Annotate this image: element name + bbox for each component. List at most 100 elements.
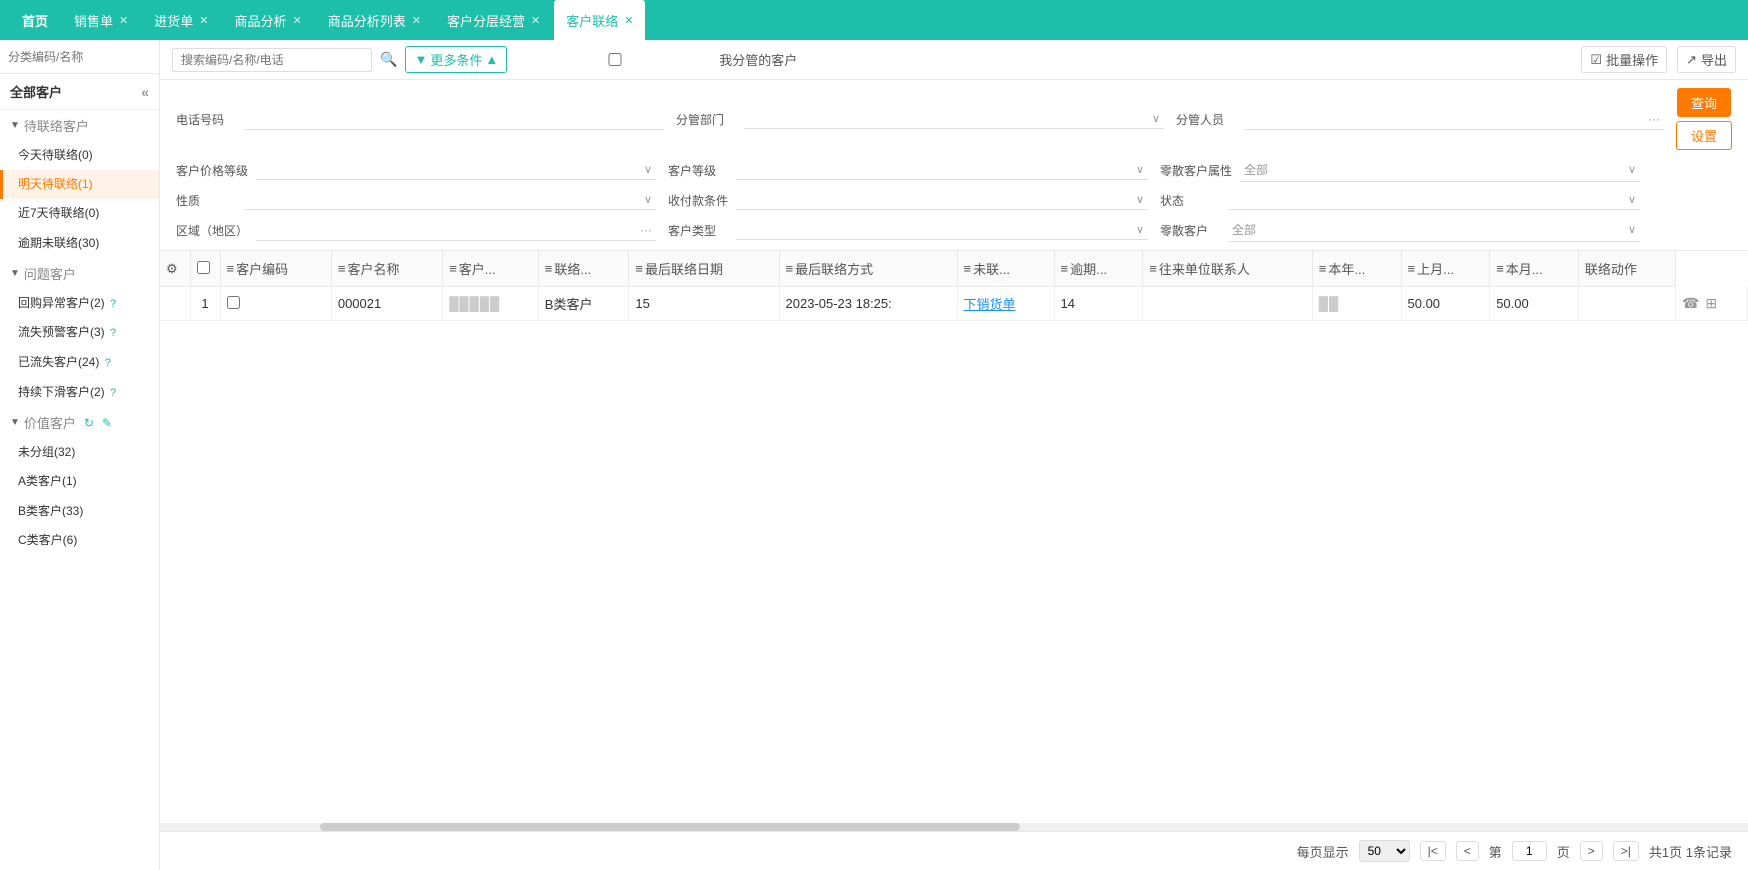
dept-select[interactable]: ∨	[744, 109, 1164, 129]
action-phone-icon[interactable]: ☎	[1682, 295, 1699, 312]
nav-customer-tier-close[interactable]: ✕	[531, 14, 540, 27]
main-layout: 🔍 全部客户 « ▼ 待联络客户 今天待联络(0) 明天待联络(1) 近7天待联…	[0, 40, 1748, 870]
filter-customer-type: 客户类型 ∨	[668, 220, 1148, 240]
sidebar-item-declining[interactable]: 持续下滑客户(2) ?	[0, 378, 159, 408]
adv-filter-panel: 电话号码 分管部门 ∨ 分管人员 ··· 查询 设置	[160, 80, 1748, 251]
row-check	[220, 287, 331, 321]
th-name: ≡ 客户名称	[331, 251, 442, 287]
reset-btn[interactable]: 设置	[1676, 121, 1732, 150]
row-this-year: 50.00	[1401, 287, 1490, 321]
table-footer: 每页显示 50 100 200 |< < 第 页 > >| 共1页 1条记录	[160, 831, 1748, 870]
my-customers-checkbox[interactable]	[515, 53, 715, 66]
filter-more-btn[interactable]: ▼ 更多条件 ▲	[405, 46, 507, 73]
export-btn[interactable]: ↗ 导出	[1677, 46, 1736, 73]
row-uncontacted: 14	[1054, 287, 1143, 321]
chevron-up-icon: ▲	[485, 52, 498, 67]
nav-goods-analysis[interactable]: 商品分析 ✕	[222, 0, 313, 40]
contact-method-link[interactable]: 下销货单	[964, 297, 1016, 312]
page-number-input[interactable]	[1512, 841, 1547, 861]
nav-goods-analysis-list-close[interactable]: ✕	[412, 14, 421, 27]
payment-select[interactable]: ∨	[736, 190, 1148, 210]
th-check	[190, 251, 220, 287]
batch-op-btn[interactable]: ☑ 批量操作	[1581, 46, 1667, 73]
th-setting[interactable]: ⚙	[160, 251, 190, 287]
status-chevron: ∨	[1628, 193, 1636, 206]
sidebar-item-tomorrow-pending[interactable]: 明天待联络(1)	[0, 170, 159, 199]
sidebar-item-today-pending[interactable]: 今天待联络(0)	[0, 141, 159, 170]
sidebar-item-class-b[interactable]: B类客户(33)	[0, 497, 159, 526]
filter-manager: 分管人员 ···	[1176, 109, 1664, 130]
query-btn[interactable]: 查询	[1677, 88, 1731, 117]
sidebar-item-churn-warning[interactable]: 流失预警客户(3) ?	[0, 318, 159, 348]
adv-filter-row-4: 区域（地区） ··· 客户类型 ∨ 零散客户 全部 ∨	[176, 218, 1732, 242]
retail-attr-select[interactable]: 全部 ∨	[1240, 158, 1640, 182]
nav-sales-close[interactable]: ✕	[119, 14, 128, 27]
page-size-select[interactable]: 50 100 200	[1359, 840, 1410, 862]
th-uncontacted: ≡ 未联...	[957, 251, 1054, 287]
customer-level-select[interactable]: ∨	[736, 160, 1148, 180]
value-refresh-icon[interactable]: ↻	[84, 416, 94, 430]
nav-purchase[interactable]: 进货单 ✕	[142, 0, 220, 40]
manager-ellipsis[interactable]: ···	[1244, 109, 1664, 130]
sidebar-item-overdue-contact[interactable]: 逾期未联络(30)	[0, 229, 159, 258]
select-all-checkbox[interactable]	[197, 261, 210, 274]
sidebar-section-problem[interactable]: ▼ 问题客户	[0, 258, 159, 289]
sidebar-section-pending[interactable]: ▼ 待联络客户	[0, 110, 159, 141]
row-name: █████	[443, 287, 539, 321]
sidebar-all-customers[interactable]: 全部客户 «	[0, 74, 159, 110]
first-page-btn[interactable]: |<	[1420, 841, 1446, 861]
row-action: ☎ ⊞	[1675, 287, 1747, 321]
sidebar-section-value[interactable]: ▼ 价值客户 ↻ ✎	[0, 407, 159, 438]
phone-input[interactable]	[244, 109, 664, 130]
sidebar-item-class-a[interactable]: A类客户(1)	[0, 467, 159, 496]
sidebar-item-repurchase-abnormal[interactable]: 回购异常客户(2) ?	[0, 289, 159, 319]
row-type: B类客户	[538, 287, 629, 321]
th-action: 联络动作	[1578, 251, 1675, 287]
row-no: 1	[190, 287, 220, 321]
nav-goods-analysis-list[interactable]: 商品分析列表 ✕	[316, 0, 433, 40]
scrollbar-thumb[interactable]	[320, 823, 1020, 831]
filter-nature: 性质 ∨	[176, 190, 656, 210]
status-select[interactable]: ∨	[1228, 190, 1640, 210]
filter-my-customers[interactable]: 我分管的客户	[515, 50, 797, 69]
row-last-contact-date: 2023-05-23 18:25:	[779, 287, 957, 321]
filter-bar: 🔍 ▼ 更多条件 ▲ 我分管的客户 ☑ 批量操作 ↗ 导出	[160, 40, 1748, 80]
th-last-contact-method: ≡ 最后联络方式	[779, 251, 957, 287]
export-icon: ↗	[1686, 52, 1697, 68]
customer-type-select[interactable]: ∨	[736, 220, 1148, 240]
nav-customer-contact-close[interactable]: ✕	[624, 14, 633, 27]
table-row: 1 000021 █████ B类客户 15 2023-05-23 18:25:…	[160, 287, 1748, 321]
nav-purchase-close[interactable]: ✕	[199, 14, 208, 27]
filter-phone: 电话号码	[176, 109, 664, 130]
th-code: ≡ 客户编码	[220, 251, 331, 287]
value-edit-icon[interactable]: ✎	[102, 416, 112, 430]
next-page-btn[interactable]: >	[1580, 841, 1603, 861]
nav-home[interactable]: 首页	[10, 0, 60, 40]
sidebar-search-input[interactable]	[8, 50, 160, 64]
sidebar-item-class-c[interactable]: C类客户(6)	[0, 526, 159, 555]
filter-status: 状态 ∨	[1160, 190, 1640, 210]
filter-search-icon[interactable]: 🔍	[380, 51, 397, 68]
retail-attr-chevron: ∨	[1628, 163, 1636, 176]
nav-goods-analysis-close[interactable]: ✕	[293, 14, 302, 27]
price-level-select[interactable]: ∨	[256, 160, 656, 180]
region-ellipsis[interactable]: ···	[256, 220, 656, 241]
total-records: 共1页 1条记录	[1649, 842, 1732, 861]
nature-select[interactable]: ∨	[244, 190, 656, 210]
horizontal-scrollbar[interactable]	[160, 823, 1748, 831]
action-grid-icon[interactable]: ⊞	[1705, 295, 1717, 312]
nav-sales[interactable]: 销售单 ✕	[62, 0, 140, 40]
search-input[interactable]	[172, 48, 372, 72]
row-checkbox[interactable]	[227, 296, 240, 309]
nav-customer-tier[interactable]: 客户分层经营 ✕	[435, 0, 552, 40]
retail-customer-select[interactable]: 全部 ∨	[1228, 218, 1640, 242]
prev-page-btn[interactable]: <	[1456, 841, 1479, 861]
sidebar-item-churned[interactable]: 已流失客户(24) ?	[0, 348, 159, 378]
checkbox-icon: ☑	[1590, 52, 1602, 68]
last-page-btn[interactable]: >|	[1613, 841, 1639, 861]
sidebar-collapse-icon[interactable]: «	[141, 84, 149, 100]
nav-customer-contact[interactable]: 客户联络 ✕	[554, 0, 645, 40]
dept-chevron: ∨	[1152, 112, 1160, 125]
sidebar-item-ungrouped[interactable]: 未分组(32)	[0, 438, 159, 467]
sidebar-item-week-pending[interactable]: 近7天待联络(0)	[0, 199, 159, 228]
